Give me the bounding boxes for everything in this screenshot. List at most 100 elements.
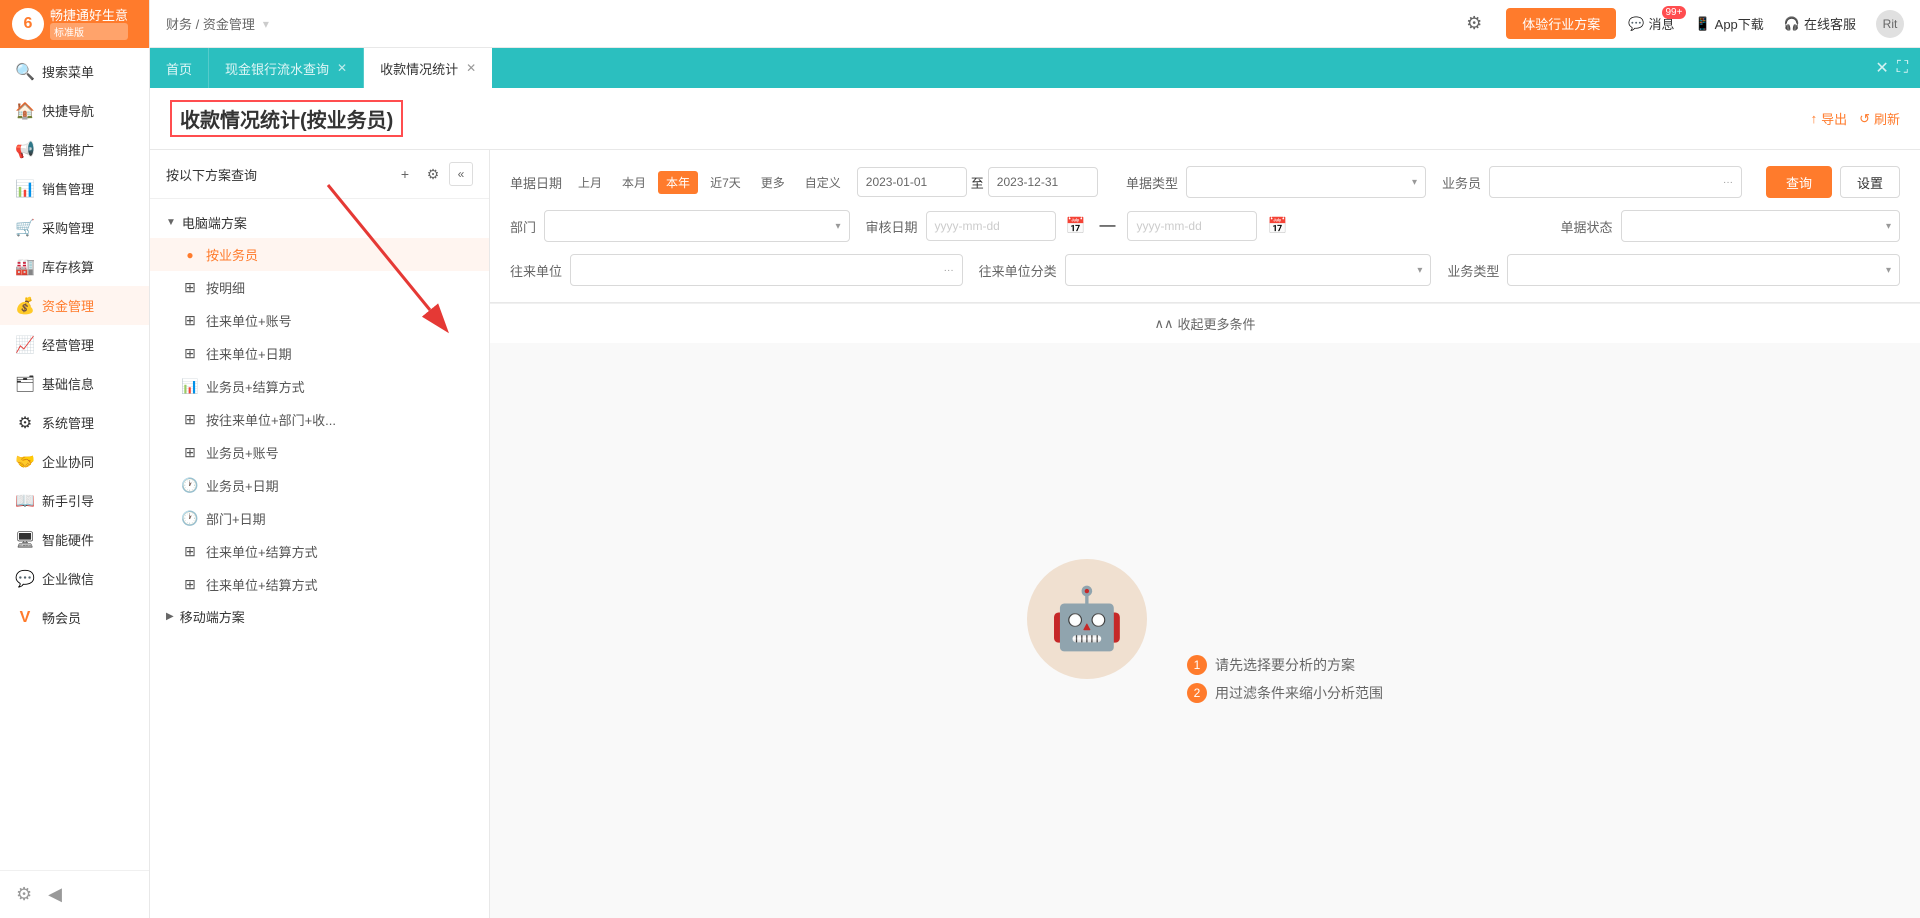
trial-button[interactable]: 体验行业方案 bbox=[1506, 8, 1616, 39]
filter-row-2: 部门 ▾ 审核日期 yyyy-mm-dd 📅 bbox=[510, 210, 1900, 242]
sidebar-label-system: 系统管理 bbox=[42, 413, 94, 432]
audit-date-calendar-icon-to[interactable]: 📅 bbox=[1267, 216, 1287, 236]
panel-header: 按以下方案查询 + ⚙ « bbox=[150, 150, 489, 199]
refresh-button[interactable]: ↺ 刷新 bbox=[1859, 109, 1900, 128]
sidebar: 6 畅捷通好生意 标准版 🔍 搜索菜单 🏠 快捷导航 📢 营销推广 📊 销售管理… bbox=[0, 0, 150, 918]
sidebar-item-corp[interactable]: 🤝 企业协同 bbox=[0, 442, 149, 481]
sidebar-item-wechat[interactable]: 💬 企业微信 bbox=[0, 559, 149, 598]
tab-bank-close-icon[interactable]: ✕ bbox=[337, 61, 347, 75]
tree-label-unit-settle2: 往来单位+结算方式 bbox=[206, 575, 318, 594]
partner-category-select[interactable]: ▾ bbox=[1065, 254, 1432, 286]
sidebar-item-hardware[interactable]: 🖥 智能硬件 bbox=[0, 520, 149, 559]
tree-item-salesperson-settle[interactable]: 📊 业务员+结算方式 bbox=[150, 370, 489, 403]
export-button[interactable]: ↑ 导出 bbox=[1811, 109, 1848, 128]
detail-icon: ⊞ bbox=[182, 280, 198, 296]
doc-type-select[interactable]: ▾ bbox=[1186, 166, 1426, 198]
salesperson-select[interactable]: ··· bbox=[1489, 166, 1742, 198]
wechat-icon: 💬 bbox=[16, 570, 34, 588]
add-scheme-button[interactable]: + bbox=[393, 162, 417, 186]
date-btn-this-year[interactable]: 本年 bbox=[658, 171, 698, 194]
date-btn-last-month[interactable]: 上月 bbox=[570, 171, 610, 194]
sidebar-item-finance[interactable]: 💰 资金管理 bbox=[0, 286, 149, 325]
tree-item-salesperson-date[interactable]: 🕐 业务员+日期 bbox=[150, 469, 489, 502]
sidebar-label-operation: 经营管理 bbox=[42, 335, 94, 354]
sidebar-item-search[interactable]: 🔍 搜索菜单 bbox=[0, 52, 149, 91]
window-maximize-button[interactable]: ⛶ bbox=[1897, 59, 1908, 77]
biz-type-select[interactable]: ▾ bbox=[1507, 254, 1900, 286]
sidebar-nav: 🔍 搜索菜单 🏠 快捷导航 📢 营销推广 📊 销售管理 🛒 采购管理 🏭 库存核… bbox=[0, 48, 149, 870]
date-btn-more[interactable]: 更多 bbox=[753, 171, 793, 194]
desktop-scheme-group[interactable]: ▼ 电脑端方案 bbox=[150, 207, 489, 238]
tree-item-by-salesperson[interactable]: ● 按业务员 bbox=[150, 238, 489, 271]
tree-item-salesperson-account[interactable]: ⊞ 业务员+账号 bbox=[150, 436, 489, 469]
salesperson-active-icon: ● bbox=[182, 247, 198, 263]
breadcrumb-area: 财务 / 资金管理 ▾ bbox=[166, 14, 1446, 33]
audit-date-to-input[interactable]: yyyy-mm-dd bbox=[1127, 211, 1257, 241]
sidebar-label-sales: 销售管理 bbox=[42, 179, 94, 198]
tree-item-dept-date[interactable]: 🕐 部门+日期 bbox=[150, 502, 489, 535]
date-btn-7days[interactable]: 近7天 bbox=[702, 171, 749, 194]
refresh-label: 刷新 bbox=[1874, 109, 1900, 128]
sidebar-item-sales[interactable]: 📊 销售管理 bbox=[0, 169, 149, 208]
date-btn-custom[interactable]: 自定义 bbox=[797, 171, 849, 194]
filter-settings-button[interactable]: 设置 bbox=[1840, 166, 1900, 198]
footer-collapse-icon[interactable]: ◀ bbox=[48, 884, 62, 905]
scheme-settings-button[interactable]: ⚙ bbox=[421, 162, 445, 186]
doc-type-chevron-icon: ▾ bbox=[1412, 177, 1417, 188]
window-close-button[interactable]: ✕ bbox=[1875, 58, 1888, 78]
dept-select[interactable]: ▾ bbox=[544, 210, 849, 242]
sidebar-item-inventory[interactable]: 🏭 库存核算 bbox=[0, 247, 149, 286]
doc-status-select[interactable]: ▾ bbox=[1621, 210, 1900, 242]
user-avatar[interactable]: Rit bbox=[1876, 10, 1904, 38]
sidebar-item-basic[interactable]: 🗂 基础信息 bbox=[0, 364, 149, 403]
collapse-bar[interactable]: ∧∧ 收起更多条件 bbox=[490, 303, 1920, 343]
date-to-input[interactable]: 2023-12-31 bbox=[988, 167, 1098, 197]
empty-tip-2: 2 用过滤条件来缩小分析范围 bbox=[1187, 683, 1383, 703]
biz-type-label: 业务类型 bbox=[1447, 261, 1499, 280]
tab-receipt[interactable]: 收款情况统计 ✕ bbox=[364, 48, 492, 88]
tab-bank[interactable]: 现金银行流水查询 ✕ bbox=[209, 48, 364, 88]
member-icon: V bbox=[16, 609, 34, 627]
tree-item-unit-account[interactable]: ⊞ 往来单位+账号 bbox=[150, 304, 489, 337]
mobile-scheme-group[interactable]: ▶ 移动端方案 bbox=[150, 601, 489, 632]
guide-icon: 📖 bbox=[16, 492, 34, 510]
app-name: 畅捷通好生意 bbox=[50, 8, 128, 24]
date-btn-this-month[interactable]: 本月 bbox=[614, 171, 654, 194]
tree-item-unit-settle1[interactable]: ⊞ 往来单位+结算方式 bbox=[150, 535, 489, 568]
tab-home[interactable]: 首页 bbox=[150, 48, 209, 88]
sidebar-item-operation[interactable]: 📈 经营管理 bbox=[0, 325, 149, 364]
sidebar-item-member[interactable]: V 畅会员 bbox=[0, 598, 149, 637]
tree-item-unit-dept[interactable]: ⊞ 按往来单位+部门+收... bbox=[150, 403, 489, 436]
tree-label-by-salesperson: 按业务员 bbox=[206, 245, 258, 264]
message-button[interactable]: 💬 消息 99+ bbox=[1628, 14, 1674, 33]
footer-settings-icon[interactable]: ⚙ bbox=[16, 884, 32, 905]
query-button[interactable]: 查询 bbox=[1766, 166, 1832, 198]
online-service-button[interactable]: 🎧 在线客服 bbox=[1784, 14, 1856, 33]
tree-item-unit-settle2[interactable]: ⊞ 往来单位+结算方式 bbox=[150, 568, 489, 601]
filter-area: 单据日期 上月 本月 本年 近7天 更多 自定义 2023-01-01 bbox=[490, 150, 1920, 303]
tab-home-label: 首页 bbox=[166, 59, 192, 78]
logo-icon: 6 bbox=[12, 8, 44, 40]
finance-icon: 💰 bbox=[16, 297, 34, 315]
tip-num-2: 2 bbox=[1187, 683, 1207, 703]
quicknav-icon: 🏠 bbox=[16, 102, 34, 120]
partner-select[interactable]: ··· bbox=[570, 254, 963, 286]
sidebar-item-marketing[interactable]: 📢 营销推广 bbox=[0, 130, 149, 169]
audit-date-calendar-icon-from[interactable]: 📅 bbox=[1066, 216, 1086, 236]
sidebar-item-system[interactable]: ⚙ 系统管理 bbox=[0, 403, 149, 442]
audit-date-from-input[interactable]: yyyy-mm-dd bbox=[926, 211, 1056, 241]
sidebar-item-purchase[interactable]: 🛒 采购管理 bbox=[0, 208, 149, 247]
date-from-input[interactable]: 2023-01-01 bbox=[857, 167, 967, 197]
tree-item-by-detail[interactable]: ⊞ 按明细 bbox=[150, 271, 489, 304]
unit-settle1-icon: ⊞ bbox=[182, 544, 198, 560]
sidebar-label-wechat: 企业微信 bbox=[42, 569, 94, 588]
app-download-button[interactable]: 📱 App下载 bbox=[1694, 14, 1763, 33]
panel-collapse-button[interactable]: « bbox=[449, 162, 473, 186]
tip-text-2: 用过滤条件来缩小分析范围 bbox=[1215, 683, 1383, 703]
partner-category-filter-item: 往来单位分类 ▾ bbox=[979, 254, 1432, 286]
tab-receipt-close-icon[interactable]: ✕ bbox=[466, 61, 476, 75]
tree-item-unit-date[interactable]: ⊞ 往来单位+日期 bbox=[150, 337, 489, 370]
settings-gear-button[interactable]: ⚙ bbox=[1458, 8, 1490, 40]
sidebar-item-guide[interactable]: 📖 新手引导 bbox=[0, 481, 149, 520]
sidebar-item-quicknav[interactable]: 🏠 快捷导航 bbox=[0, 91, 149, 130]
